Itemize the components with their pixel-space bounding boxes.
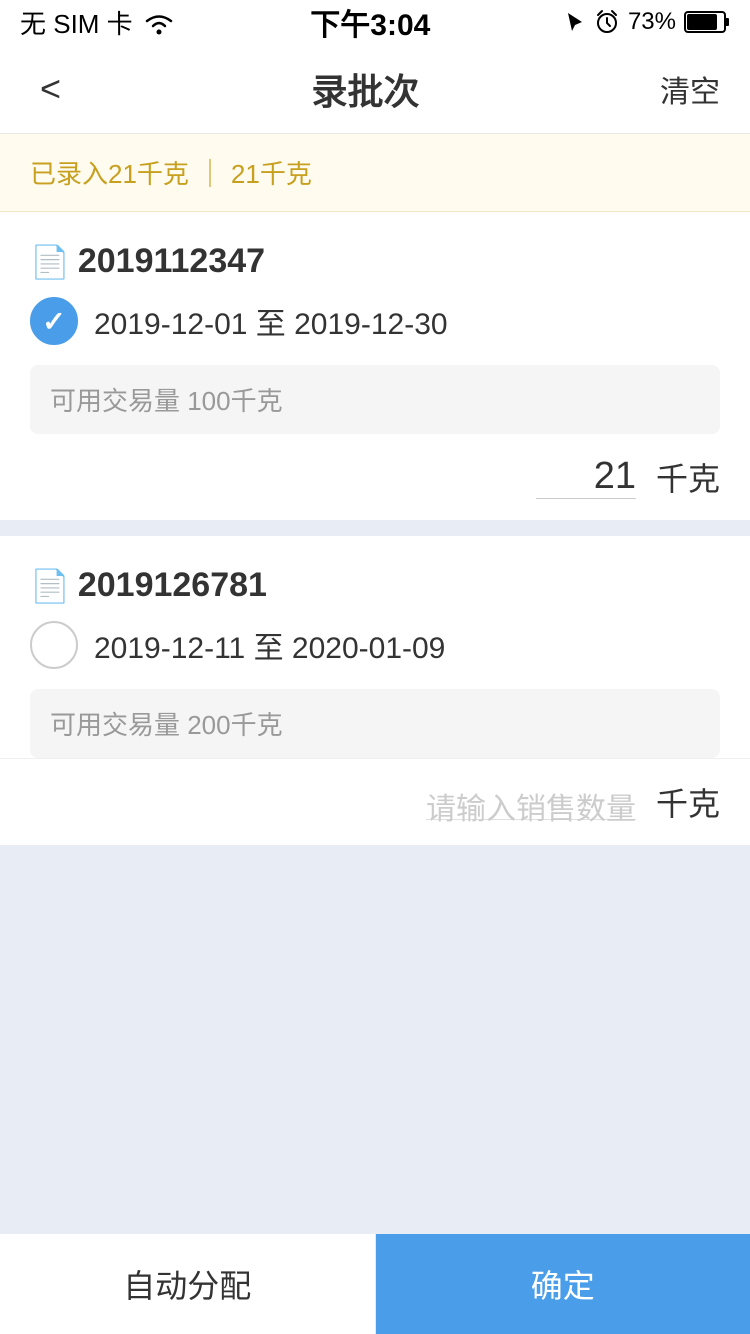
back-button[interactable]: < bbox=[30, 58, 71, 120]
qty-placeholder-text: 请输入销售数量 bbox=[426, 793, 636, 826]
confirm-button[interactable]: 确定 bbox=[376, 1234, 750, 1334]
qty-input-field-2[interactable]: 请输入销售数量 bbox=[426, 784, 636, 820]
batch-icon-1: 📄 bbox=[30, 243, 70, 281]
page-title: 录批次 bbox=[312, 63, 420, 115]
checkmark-1: ✓ bbox=[42, 305, 65, 338]
batch-date-2: 2019-12-11 至 2020-01-09 bbox=[94, 623, 445, 667]
carrier-text: 无 SIM 卡 bbox=[20, 4, 133, 41]
available-qty-text-2: 可用交易量 200千克 bbox=[50, 710, 283, 740]
empty-area bbox=[0, 845, 750, 1285]
qty-input-row-1: 21 千克 bbox=[0, 434, 750, 520]
section-divider-1 bbox=[0, 520, 750, 536]
status-time: 下午3:04 bbox=[310, 0, 430, 44]
qty-unit-2: 千克 bbox=[656, 779, 720, 825]
location-icon bbox=[564, 9, 586, 35]
qty-underline-1: 21 bbox=[536, 455, 636, 499]
status-carrier-wifi: 无 SIM 卡 bbox=[20, 4, 177, 41]
batch-card-2: 📄 2019126781 ✓ 2019-12-11 至 2020-01-09 可… bbox=[0, 536, 750, 845]
status-indicators: 73% bbox=[564, 8, 730, 36]
batch-id-row-1: 📄 2019112347 bbox=[30, 242, 720, 281]
available-qty-text-1: 可用交易量 100千克 bbox=[50, 386, 283, 416]
batch-id-text-1: 2019112347 bbox=[78, 242, 265, 281]
batch-icon-2: 📄 bbox=[30, 567, 70, 605]
qty-unit-1: 千克 bbox=[656, 454, 720, 500]
auto-distribute-button[interactable]: 自动分配 bbox=[0, 1234, 376, 1334]
battery-text: 73% bbox=[628, 8, 676, 36]
qty-placeholder-row: 请输入销售数量 千克 bbox=[0, 758, 750, 845]
clear-button[interactable]: 清空 bbox=[660, 67, 720, 111]
status-bar: 无 SIM 卡 下午3:04 73% bbox=[0, 0, 750, 44]
info-recorded-label: 已录入21千克 bbox=[30, 154, 189, 191]
available-qty-box-1: 可用交易量 100千克 bbox=[30, 365, 720, 434]
alarm-icon bbox=[594, 9, 620, 35]
batch-checkbox-1[interactable]: ✓ bbox=[30, 297, 78, 345]
batch-date-row-2: ✓ 2019-12-11 至 2020-01-09 bbox=[30, 621, 720, 669]
info-banner: 已录入21千克 21千克 bbox=[0, 134, 750, 212]
available-qty-box-2: 可用交易量 200千克 bbox=[30, 689, 720, 758]
batch-id-text-2: 2019126781 bbox=[78, 566, 267, 605]
wifi-icon bbox=[141, 9, 177, 35]
batch-date-1: 2019-12-01 至 2019-12-30 bbox=[94, 299, 448, 343]
info-divider bbox=[209, 159, 211, 187]
nav-bar: < 录批次 清空 bbox=[0, 44, 750, 134]
batch-card-1: 📄 2019112347 ✓ 2019-12-01 至 2019-12-30 可… bbox=[0, 212, 750, 520]
info-value: 21千克 bbox=[231, 154, 312, 191]
battery-icon bbox=[684, 10, 730, 34]
batch-checkbox-2[interactable]: ✓ bbox=[30, 621, 78, 669]
batch-date-row-1: ✓ 2019-12-01 至 2019-12-30 bbox=[30, 297, 720, 345]
batch-id-row-2: 📄 2019126781 bbox=[30, 566, 720, 605]
bottom-bar: 自动分配 确定 bbox=[0, 1234, 750, 1334]
qty-value-1: 21 bbox=[594, 455, 636, 497]
